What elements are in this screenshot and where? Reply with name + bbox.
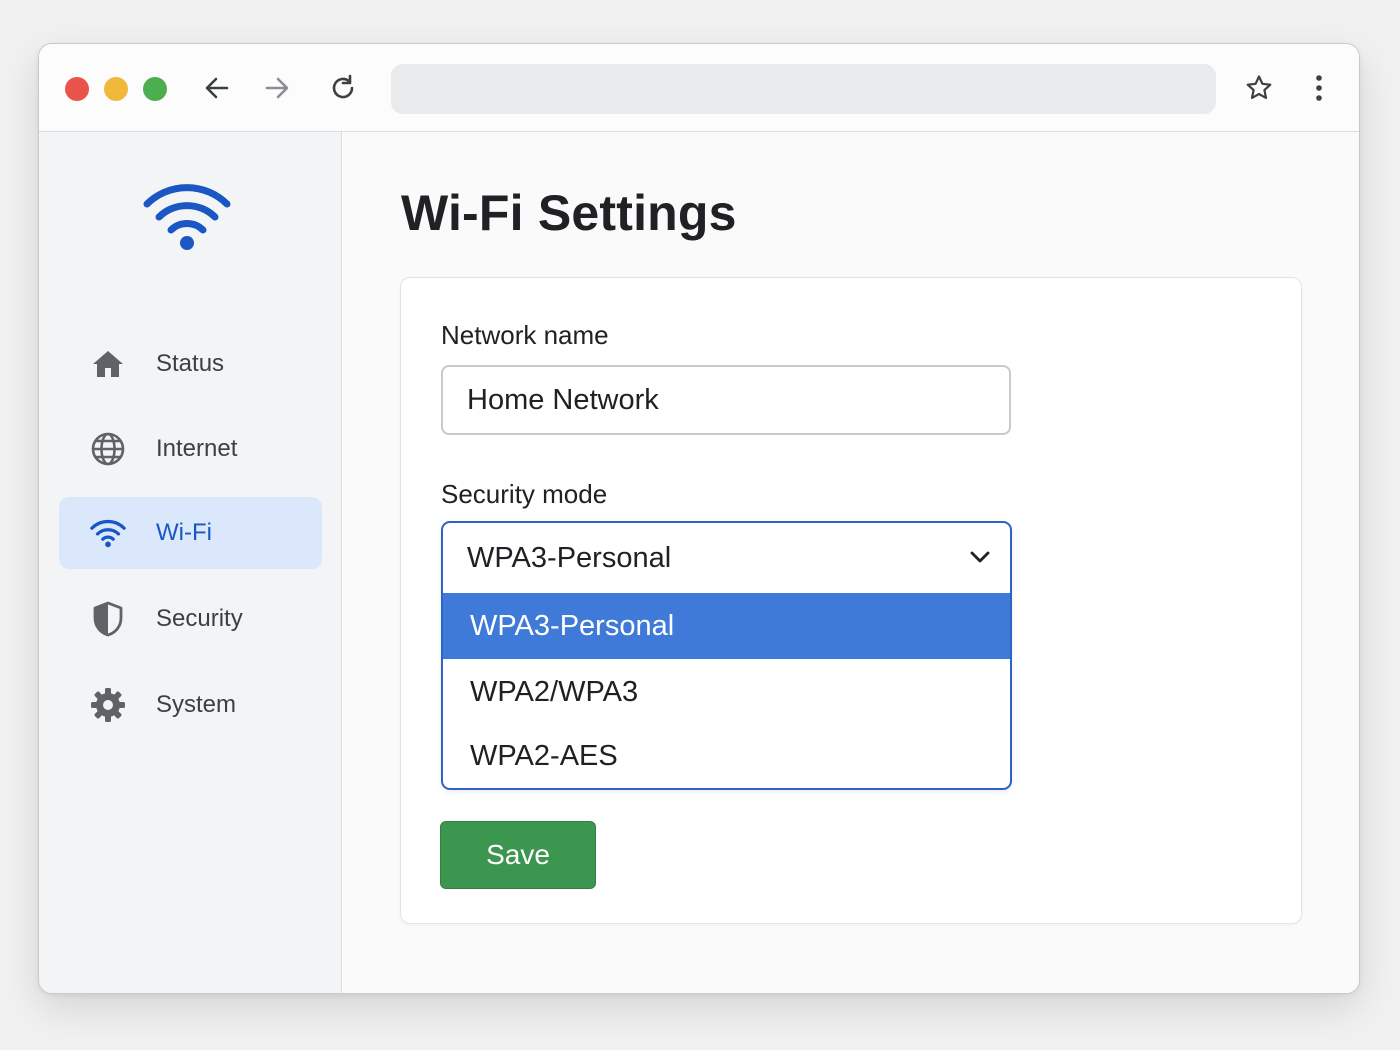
network-name-label: Network name: [441, 320, 609, 350]
save-button[interactable]: Save: [440, 821, 596, 889]
close-window-button[interactable]: [65, 77, 89, 101]
security-option-wpa3-personal[interactable]: WPA3-Personal: [443, 593, 1010, 659]
wifi-icon: [89, 514, 127, 552]
sidebar-item-label: System: [156, 691, 237, 718]
sidebar-item-label: Wi-Fi: [156, 519, 212, 546]
forward-arrow-icon[interactable]: [259, 70, 295, 106]
more-vert-icon[interactable]: [1301, 70, 1337, 106]
address-bar[interactable]: [391, 64, 1216, 114]
sidebar-item-status[interactable]: Status: [59, 328, 322, 400]
option-label: WPA2/WPA3: [470, 676, 639, 708]
security-mode-label: Security mode: [441, 479, 608, 509]
main-content: Wi-Fi Settings Network name Security mod…: [343, 132, 1359, 993]
star-icon[interactable]: [1241, 70, 1277, 106]
browser-toolbar: [39, 44, 1359, 132]
globe-icon: [89, 430, 127, 468]
back-arrow-icon[interactable]: [199, 70, 235, 106]
option-label: WPA2-AES: [470, 740, 618, 772]
network-name-input[interactable]: [441, 365, 1011, 435]
reload-icon[interactable]: [325, 70, 361, 106]
minimize-window-button[interactable]: [104, 77, 128, 101]
sidebar-item-label: Security: [156, 605, 243, 632]
sidebar-item-system[interactable]: System: [59, 669, 322, 741]
sidebar-item-internet[interactable]: Internet: [59, 413, 322, 485]
security-mode-select-head[interactable]: WPA3-Personal: [443, 523, 1010, 593]
sidebar-item-label: Status: [156, 350, 225, 377]
sidebar-item-wifi[interactable]: Wi-Fi: [59, 497, 322, 569]
browser-window: Status Internet Wi-Fi Security System Wi…: [38, 43, 1360, 994]
sidebar-item-security[interactable]: Security: [59, 583, 322, 655]
security-option-wpa2-wpa3[interactable]: WPA2/WPA3: [443, 659, 1010, 725]
shield-icon: [89, 600, 127, 638]
security-option-wpa2-aes[interactable]: WPA2-AES: [443, 723, 1010, 788]
home-icon: [89, 345, 127, 383]
settings-card: Network name Security mode WPA3-Personal…: [400, 277, 1302, 924]
sidebar: Status Internet Wi-Fi Security System: [39, 132, 342, 993]
security-mode-selected-value: WPA3-Personal: [467, 542, 672, 574]
option-label: WPA3-Personal: [470, 610, 675, 642]
gear-icon: [89, 686, 127, 724]
sidebar-item-label: Internet: [156, 435, 238, 462]
security-mode-select[interactable]: WPA3-Personal WPA3-Personal WPA2/WPA3 WP…: [441, 521, 1012, 790]
maximize-window-button[interactable]: [143, 77, 167, 101]
page-title: Wi-Fi Settings: [401, 185, 737, 241]
wifi-icon: [139, 176, 235, 261]
chevron-down-icon[interactable]: [968, 545, 992, 574]
